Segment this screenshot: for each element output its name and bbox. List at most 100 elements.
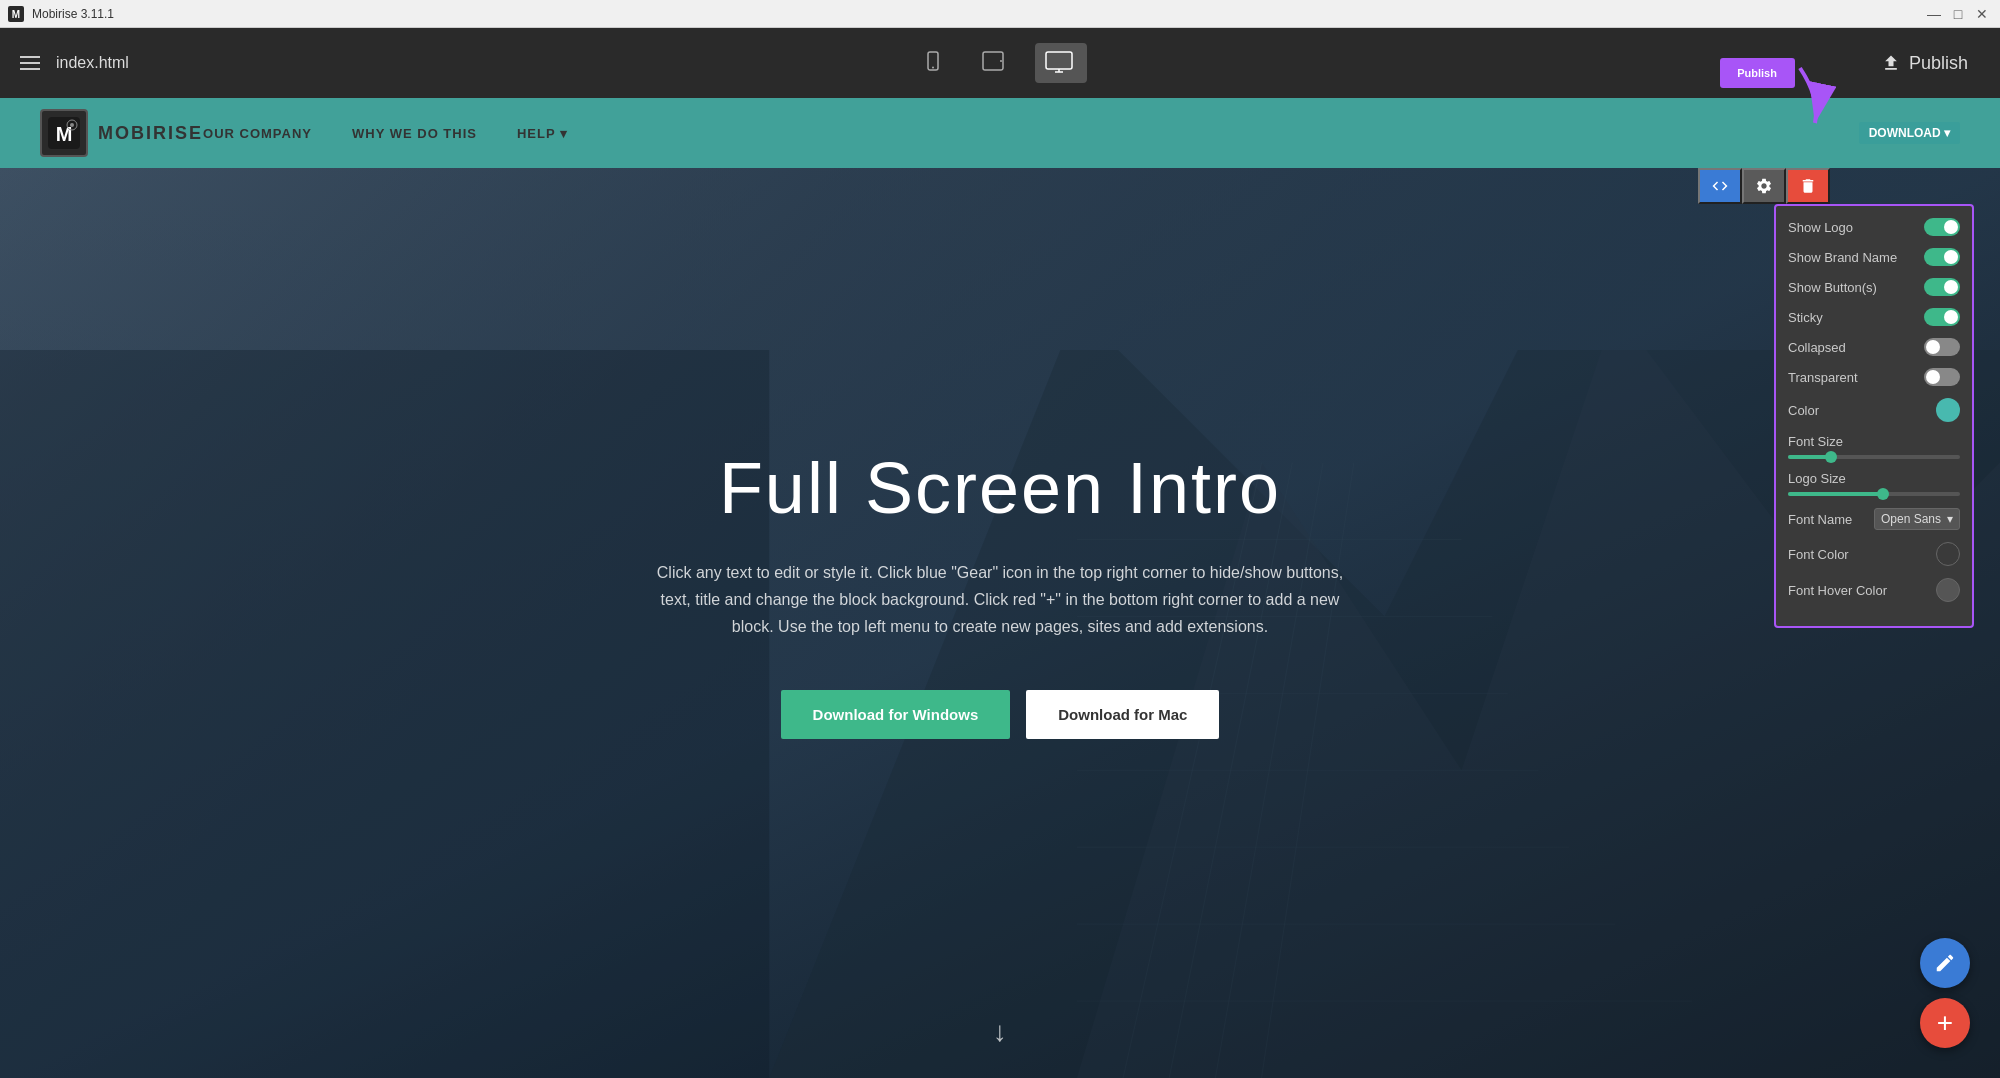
- color-label: Color: [1788, 403, 1819, 418]
- settings-panel: Show Logo Show Brand Name Show Button(s)…: [1774, 204, 1974, 628]
- hero-buttons: Download for Windows Download for Mac: [640, 690, 1360, 739]
- font-size-label: Font Size: [1788, 434, 1960, 449]
- font-size-track[interactable]: [1788, 455, 1960, 459]
- svg-text:M: M: [12, 9, 20, 20]
- settings-gear-button[interactable]: [1742, 168, 1786, 204]
- collapsed-row: Collapsed: [1788, 338, 1960, 356]
- font-name-dropdown[interactable]: Open Sans ▾: [1874, 508, 1960, 530]
- font-hover-color-row: Font Hover Color: [1788, 578, 1960, 602]
- logo-icon: M: [40, 109, 88, 157]
- publish-button[interactable]: Publish: [1869, 47, 1980, 80]
- hero-content: Full Screen Intro Click any text to edit…: [600, 447, 1400, 800]
- logo-size-row: Logo Size: [1788, 471, 1960, 496]
- device-desktop-button[interactable]: [1035, 43, 1087, 83]
- show-brand-label: Show Brand Name: [1788, 250, 1897, 265]
- sticky-toggle[interactable]: [1924, 308, 1960, 326]
- app-icon: M: [8, 6, 24, 22]
- show-logo-row: Show Logo: [1788, 218, 1960, 236]
- transparent-toggle[interactable]: [1924, 368, 1960, 386]
- nav-link-help[interactable]: HELP ▾: [517, 126, 568, 141]
- gear-icon: [1755, 177, 1773, 195]
- pencil-icon: [1934, 952, 1956, 974]
- scroll-arrow[interactable]: ↓: [993, 1016, 1007, 1048]
- download-mac-button[interactable]: Download for Mac: [1026, 690, 1219, 739]
- desktop-icon: [1045, 51, 1077, 75]
- show-logo-label: Show Logo: [1788, 220, 1853, 235]
- font-size-row: Font Size: [1788, 434, 1960, 459]
- svg-rect-10: [1720, 58, 1795, 88]
- font-color-swatch[interactable]: [1936, 542, 1960, 566]
- font-name-row: Font Name Open Sans ▾: [1788, 508, 1960, 530]
- show-buttons-toggle[interactable]: [1924, 278, 1960, 296]
- show-buttons-row: Show Button(s): [1788, 278, 1960, 296]
- sticky-label: Sticky: [1788, 310, 1823, 325]
- collapsed-toggle[interactable]: [1924, 338, 1960, 356]
- font-hover-color-swatch[interactable]: [1936, 578, 1960, 602]
- title-bar-controls: — □ ✕: [1924, 4, 1992, 24]
- site-hero: Full Screen Intro Click any text to edit…: [0, 168, 2000, 1078]
- font-name-value: Open Sans: [1881, 512, 1941, 526]
- toolbar-right: Publish: [1869, 47, 1980, 80]
- delete-section-button[interactable]: [1786, 168, 1830, 204]
- show-brand-row: Show Brand Name: [1788, 248, 1960, 266]
- show-buttons-label: Show Button(s): [1788, 280, 1877, 295]
- svg-point-5: [1000, 60, 1002, 62]
- font-name-label: Font Name: [1788, 512, 1852, 527]
- site-navbar: M MOBIRISE OUR COMPANY WHY WE DO THIS HE…: [0, 98, 2000, 168]
- font-hover-color-label: Font Hover Color: [1788, 583, 1887, 598]
- m-logo-svg: M: [48, 117, 80, 149]
- color-swatch[interactable]: [1936, 398, 1960, 422]
- code-icon: [1711, 177, 1729, 195]
- svg-text:Publish: Publish: [1737, 67, 1777, 79]
- app-title: Mobirise 3.11.1: [32, 7, 114, 21]
- site-logo-text: MOBIRISE: [98, 123, 203, 144]
- code-editor-button[interactable]: [1698, 168, 1742, 204]
- logo-size-label: Logo Size: [1788, 471, 1960, 486]
- svg-text:M: M: [56, 123, 73, 145]
- page-name: index.html: [56, 54, 129, 72]
- close-button[interactable]: ✕: [1972, 4, 1992, 24]
- svg-point-3: [932, 67, 934, 69]
- font-color-label: Font Color: [1788, 547, 1849, 562]
- title-bar-left: M Mobirise 3.11.1: [8, 6, 114, 22]
- device-tablet-button[interactable]: [971, 43, 1019, 83]
- dropdown-chevron: ▾: [1947, 512, 1953, 526]
- phone-icon: [921, 51, 945, 75]
- website-preview: M MOBIRISE OUR COMPANY WHY WE DO THIS HE…: [0, 98, 2000, 1078]
- font-size-thumb[interactable]: [1825, 451, 1837, 463]
- nav-link-company[interactable]: OUR COMPANY: [203, 126, 312, 141]
- site-nav-links: OUR COMPANY WHY WE DO THIS HELP ▾: [203, 126, 568, 141]
- nav-link-why[interactable]: WHY WE DO THIS: [352, 126, 477, 141]
- show-logo-toggle[interactable]: [1924, 218, 1960, 236]
- plus-icon: +: [1937, 1007, 1953, 1039]
- hamburger-line-2: [20, 62, 40, 64]
- logo-size-fill: [1788, 492, 1883, 496]
- main-area: M MOBIRISE OUR COMPANY WHY WE DO THIS HE…: [0, 98, 2000, 1078]
- show-brand-toggle[interactable]: [1924, 248, 1960, 266]
- maximize-button[interactable]: □: [1948, 4, 1968, 24]
- title-bar: M Mobirise 3.11.1 — □ ✕: [0, 0, 2000, 28]
- transparent-row: Transparent: [1788, 368, 1960, 386]
- logo-size-thumb[interactable]: [1877, 488, 1889, 500]
- menu-hamburger[interactable]: [20, 56, 40, 70]
- hamburger-line-1: [20, 56, 40, 58]
- hero-subtitle: Click any text to edit or style it. Clic…: [640, 559, 1360, 641]
- edit-fab-button[interactable]: [1920, 938, 1970, 988]
- toolbar-left: index.html: [20, 54, 129, 72]
- site-logo: M MOBIRISE: [40, 109, 203, 157]
- publish-label: Publish: [1909, 53, 1968, 74]
- device-phone-button[interactable]: [911, 43, 955, 83]
- top-toolbar: index.html: [0, 28, 2000, 98]
- logo-size-track[interactable]: [1788, 492, 1960, 496]
- trash-icon: [1799, 177, 1817, 195]
- toolbar-center: [911, 43, 1087, 83]
- download-windows-button[interactable]: Download for Windows: [781, 690, 1011, 739]
- hero-title: Full Screen Intro: [640, 447, 1360, 529]
- font-color-row: Font Color: [1788, 542, 1960, 566]
- transparent-label: Transparent: [1788, 370, 1858, 385]
- download-indicator: DOWNLOAD ▾: [1859, 122, 1960, 144]
- minimize-button[interactable]: —: [1924, 4, 1944, 24]
- add-section-fab-button[interactable]: +: [1920, 998, 1970, 1048]
- sticky-row: Sticky: [1788, 308, 1960, 326]
- svg-point-15: [70, 123, 74, 127]
